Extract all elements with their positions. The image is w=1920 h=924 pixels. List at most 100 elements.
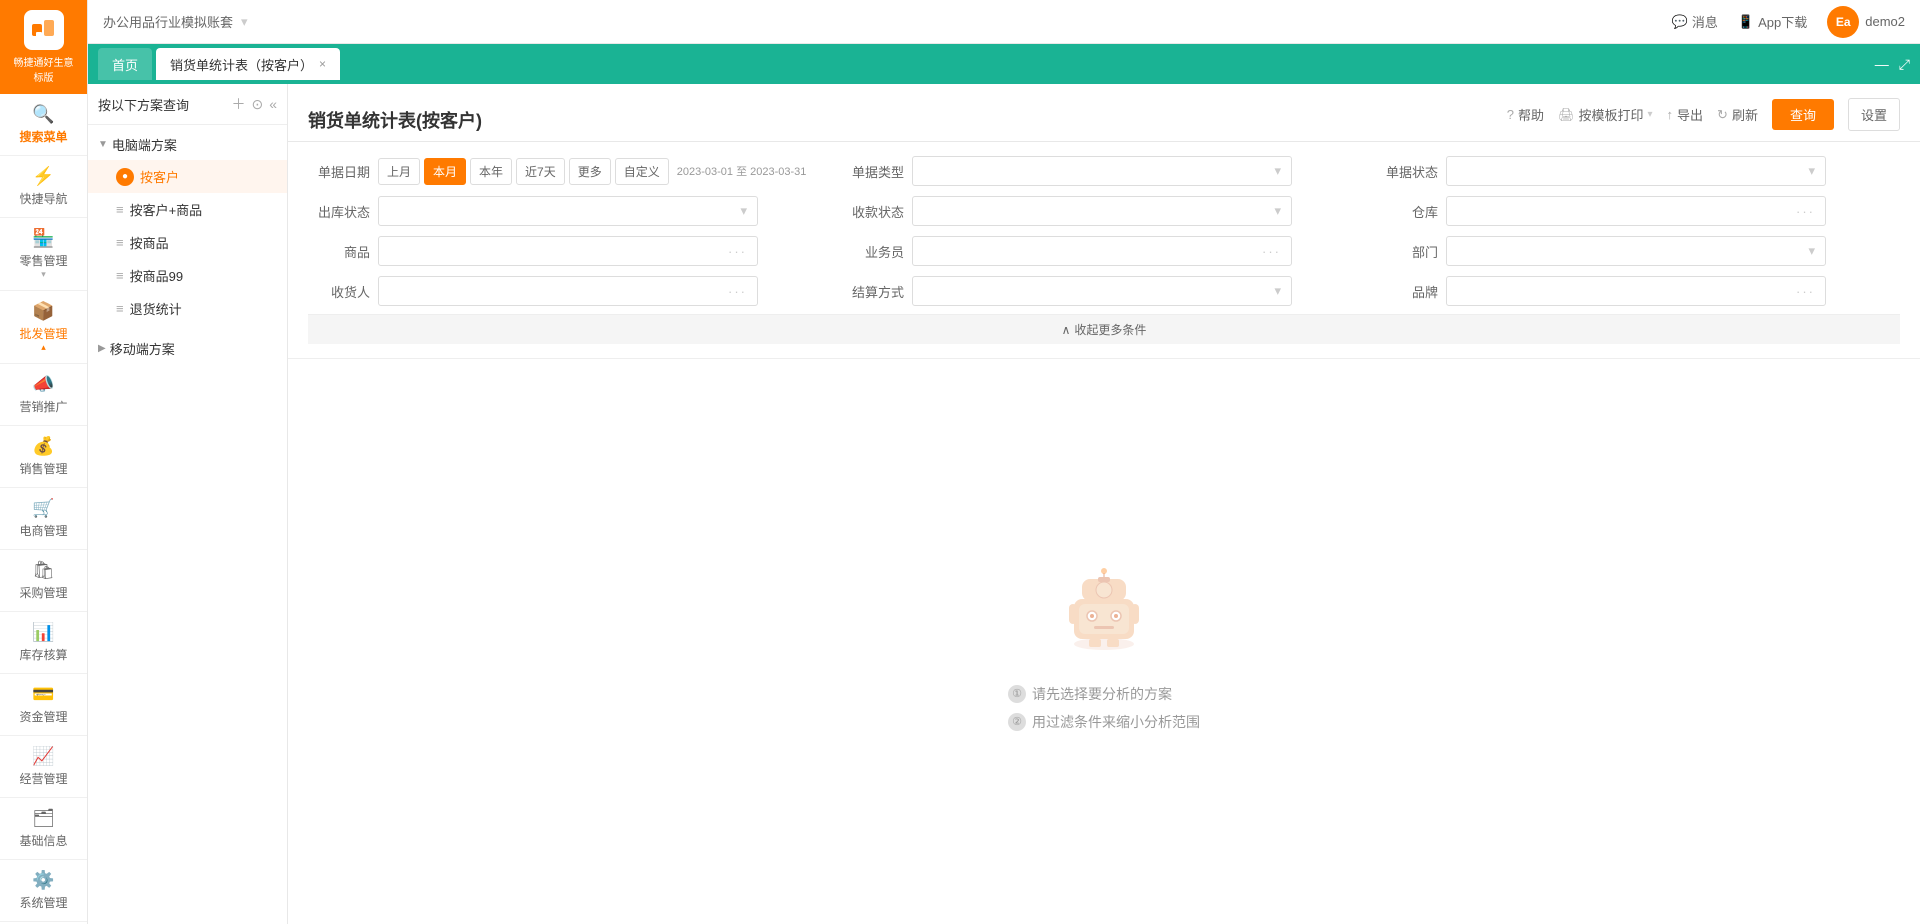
brand-select[interactable]: ···: [1446, 276, 1826, 306]
app-logo-icon: [24, 10, 64, 50]
sidebar-item-inventory[interactable]: 📊 库存核算: [0, 612, 87, 674]
tab-sales-stat[interactable]: 销货单统计表（按客户） ×: [156, 48, 340, 80]
empty-illustration: [1044, 544, 1164, 664]
settlement-label: 结算方式: [842, 282, 912, 301]
retail-icon: 🏪: [32, 228, 54, 249]
refresh-icon: ↻: [1717, 107, 1728, 123]
scheme-icon-1: ≡: [116, 202, 124, 217]
tree-parent-desktop[interactable]: ▼ 电脑端方案: [88, 129, 287, 160]
sidebar-item-retail[interactable]: 🏪 零售管理 ▾: [0, 218, 87, 291]
ecommerce-icon: 🛒: [32, 498, 54, 519]
sidebar-item-operation[interactable]: 📈 经营管理: [0, 736, 87, 798]
tree-child-return-stat[interactable]: ≡ 退货统计: [88, 292, 287, 325]
help-button[interactable]: ? 帮助: [1507, 105, 1544, 124]
dots-icon: ···: [1796, 284, 1815, 299]
help-label: 帮助: [1518, 105, 1544, 124]
this-year-btn[interactable]: 本年: [470, 158, 512, 185]
chevron-down-icon: ▾: [1808, 243, 1815, 259]
by-customer-goods-label: 按客户+商品: [130, 200, 203, 219]
app-name: 畅捷通好生意: [14, 54, 74, 69]
sidebar-search-label: 搜索菜单: [19, 128, 67, 145]
sidebar-item-system[interactable]: ⚙️ 系统管理: [0, 860, 87, 922]
username-label: demo2: [1865, 14, 1905, 29]
salesman-select[interactable]: ···: [912, 236, 1292, 266]
more-btn[interactable]: 更多: [569, 158, 611, 185]
sidebar-system-label: 系统管理: [19, 894, 67, 911]
tree-child-by-goods-99[interactable]: ≡ 按商品99: [88, 259, 287, 292]
right-content: 销货单统计表(按客户) ? 帮助 🖨 按模板打印 ▾ ↑ 导出: [288, 84, 1920, 924]
recipient-select[interactable]: ···: [378, 276, 758, 306]
left-panel-title: 按以下方案查询: [98, 95, 189, 114]
user-profile-button[interactable]: Ea demo2: [1827, 6, 1905, 38]
export-button[interactable]: ↑ 导出: [1667, 105, 1704, 124]
filter-goods-cell: 商品 ···: [308, 236, 832, 266]
tree-child-by-customer[interactable]: ● 按客户: [88, 160, 287, 193]
date-range-text: 2023-03-01 至 2023-03-31: [677, 163, 807, 179]
sidebar-sales-label: 销售管理: [19, 460, 67, 477]
tree-child-by-goods[interactable]: ≡ 按商品: [88, 226, 287, 259]
left-panel-icon-group: ＋ ⊙ «: [231, 94, 277, 114]
export-label: 导出: [1677, 105, 1703, 124]
template-print-button[interactable]: 🖨 按模板打印 ▾: [1558, 105, 1653, 124]
page-header: 销货单统计表(按客户) ? 帮助 🖨 按模板打印 ▾ ↑ 导出: [288, 84, 1920, 142]
sidebar-purchase-label: 采购管理: [19, 584, 67, 601]
sidebar-item-finance[interactable]: 💳 资金管理: [0, 674, 87, 736]
tree-expand-icon: ▼: [98, 139, 108, 150]
docstatus-select[interactable]: ▾: [1446, 156, 1826, 186]
empty-state: ① 请先选择要分析的方案 ② 用过滤条件来缩小分析范围: [288, 359, 1920, 924]
desktop-section-label: 电脑端方案: [112, 135, 177, 154]
sidebar-item-quick-nav[interactable]: ⚡ 快捷导航: [0, 156, 87, 218]
edit-scheme-icon[interactable]: ⊙: [251, 96, 263, 113]
sidebar-item-search[interactable]: 🔍 搜索菜单: [0, 94, 87, 156]
collapse-more-conditions-bar[interactable]: ∧ 收起更多条件: [308, 314, 1900, 344]
sidebar-item-wholesale[interactable]: 📦 批发管理 ▴: [0, 291, 87, 364]
date-filter-group: 上月 本月 本年 近7天 更多 自定义 2023-03-01 至 2023-03…: [378, 158, 832, 185]
this-month-btn[interactable]: 本月: [424, 158, 466, 185]
collection-select[interactable]: ▾: [912, 196, 1292, 226]
sidebar-basic-label: 基础信息: [19, 832, 67, 849]
tip-text-2: 用过滤条件来缩小分析范围: [1032, 712, 1200, 732]
settlement-select[interactable]: ▾: [912, 276, 1292, 306]
department-select[interactable]: ▾: [1446, 236, 1826, 266]
left-panel-header: 按以下方案查询 ＋ ⊙ «: [88, 84, 287, 125]
chevron-down-icon: ▾: [1648, 109, 1653, 120]
doctype-select[interactable]: ▾: [912, 156, 1292, 186]
goods-select[interactable]: ···: [378, 236, 758, 266]
tree-child-by-customer-goods[interactable]: ≡ 按客户+商品: [88, 193, 287, 226]
chevron-down-icon: ▾: [1274, 163, 1281, 179]
tab-home[interactable]: 首页: [98, 48, 152, 80]
recipient-label: 收货人: [308, 282, 378, 301]
account-selector-label[interactable]: 办公用品行业模拟账套: [103, 12, 233, 31]
sidebar-item-basic[interactable]: 🗂 基础信息: [0, 798, 87, 860]
avatar: Ea: [1827, 6, 1859, 38]
left-panel: 按以下方案查询 ＋ ⊙ « ▼ 电脑端方案 ● 按客户 ≡ 按客户: [88, 84, 288, 924]
sidebar-item-marketing[interactable]: 📣 营销推广: [0, 364, 87, 426]
settings-button[interactable]: 设置: [1848, 98, 1900, 131]
app-download-button[interactable]: 📱 App下载: [1738, 12, 1807, 31]
chevron-down-icon: ▾: [241, 14, 248, 30]
outstatus-select[interactable]: ▾: [378, 196, 758, 226]
sidebar-item-sales[interactable]: 💰 销售管理: [0, 426, 87, 488]
outstatus-label: 出库状态: [308, 202, 378, 221]
last-month-btn[interactable]: 上月: [378, 158, 420, 185]
sidebar-item-ecommerce[interactable]: 🛒 电商管理: [0, 488, 87, 550]
custom-btn[interactable]: 自定义: [615, 158, 669, 185]
filter-outstatus-cell: 出库状态 ▾: [308, 196, 832, 226]
add-scheme-icon[interactable]: ＋: [231, 94, 245, 114]
avatar-text: Ea: [1836, 15, 1851, 29]
minimize-icon[interactable]: —: [1875, 56, 1889, 72]
filter-warehouse-cell: 仓库 ···: [1376, 196, 1900, 226]
messages-button[interactable]: 💬 消息: [1672, 12, 1718, 31]
content-layout: 按以下方案查询 ＋ ⊙ « ▼ 电脑端方案 ● 按客户 ≡ 按客户: [88, 84, 1920, 924]
warehouse-select[interactable]: ···: [1446, 196, 1826, 226]
refresh-button[interactable]: ↻ 刷新: [1717, 105, 1758, 124]
tree-parent-mobile[interactable]: ▶ 移动端方案: [88, 333, 287, 364]
message-icon: 💬: [1672, 14, 1688, 30]
collapse-panel-icon[interactable]: «: [269, 96, 277, 112]
maximize-icon[interactable]: ⤢: [1899, 56, 1910, 73]
close-tab-icon[interactable]: ×: [319, 57, 326, 71]
sidebar-item-purchase[interactable]: 🛍 采购管理: [0, 550, 87, 612]
query-button[interactable]: 查询: [1772, 99, 1834, 130]
last-7-days-btn[interactable]: 近7天: [516, 158, 565, 185]
tab-bar: 首页 销货单统计表（按客户） × — ⤢: [88, 44, 1920, 84]
